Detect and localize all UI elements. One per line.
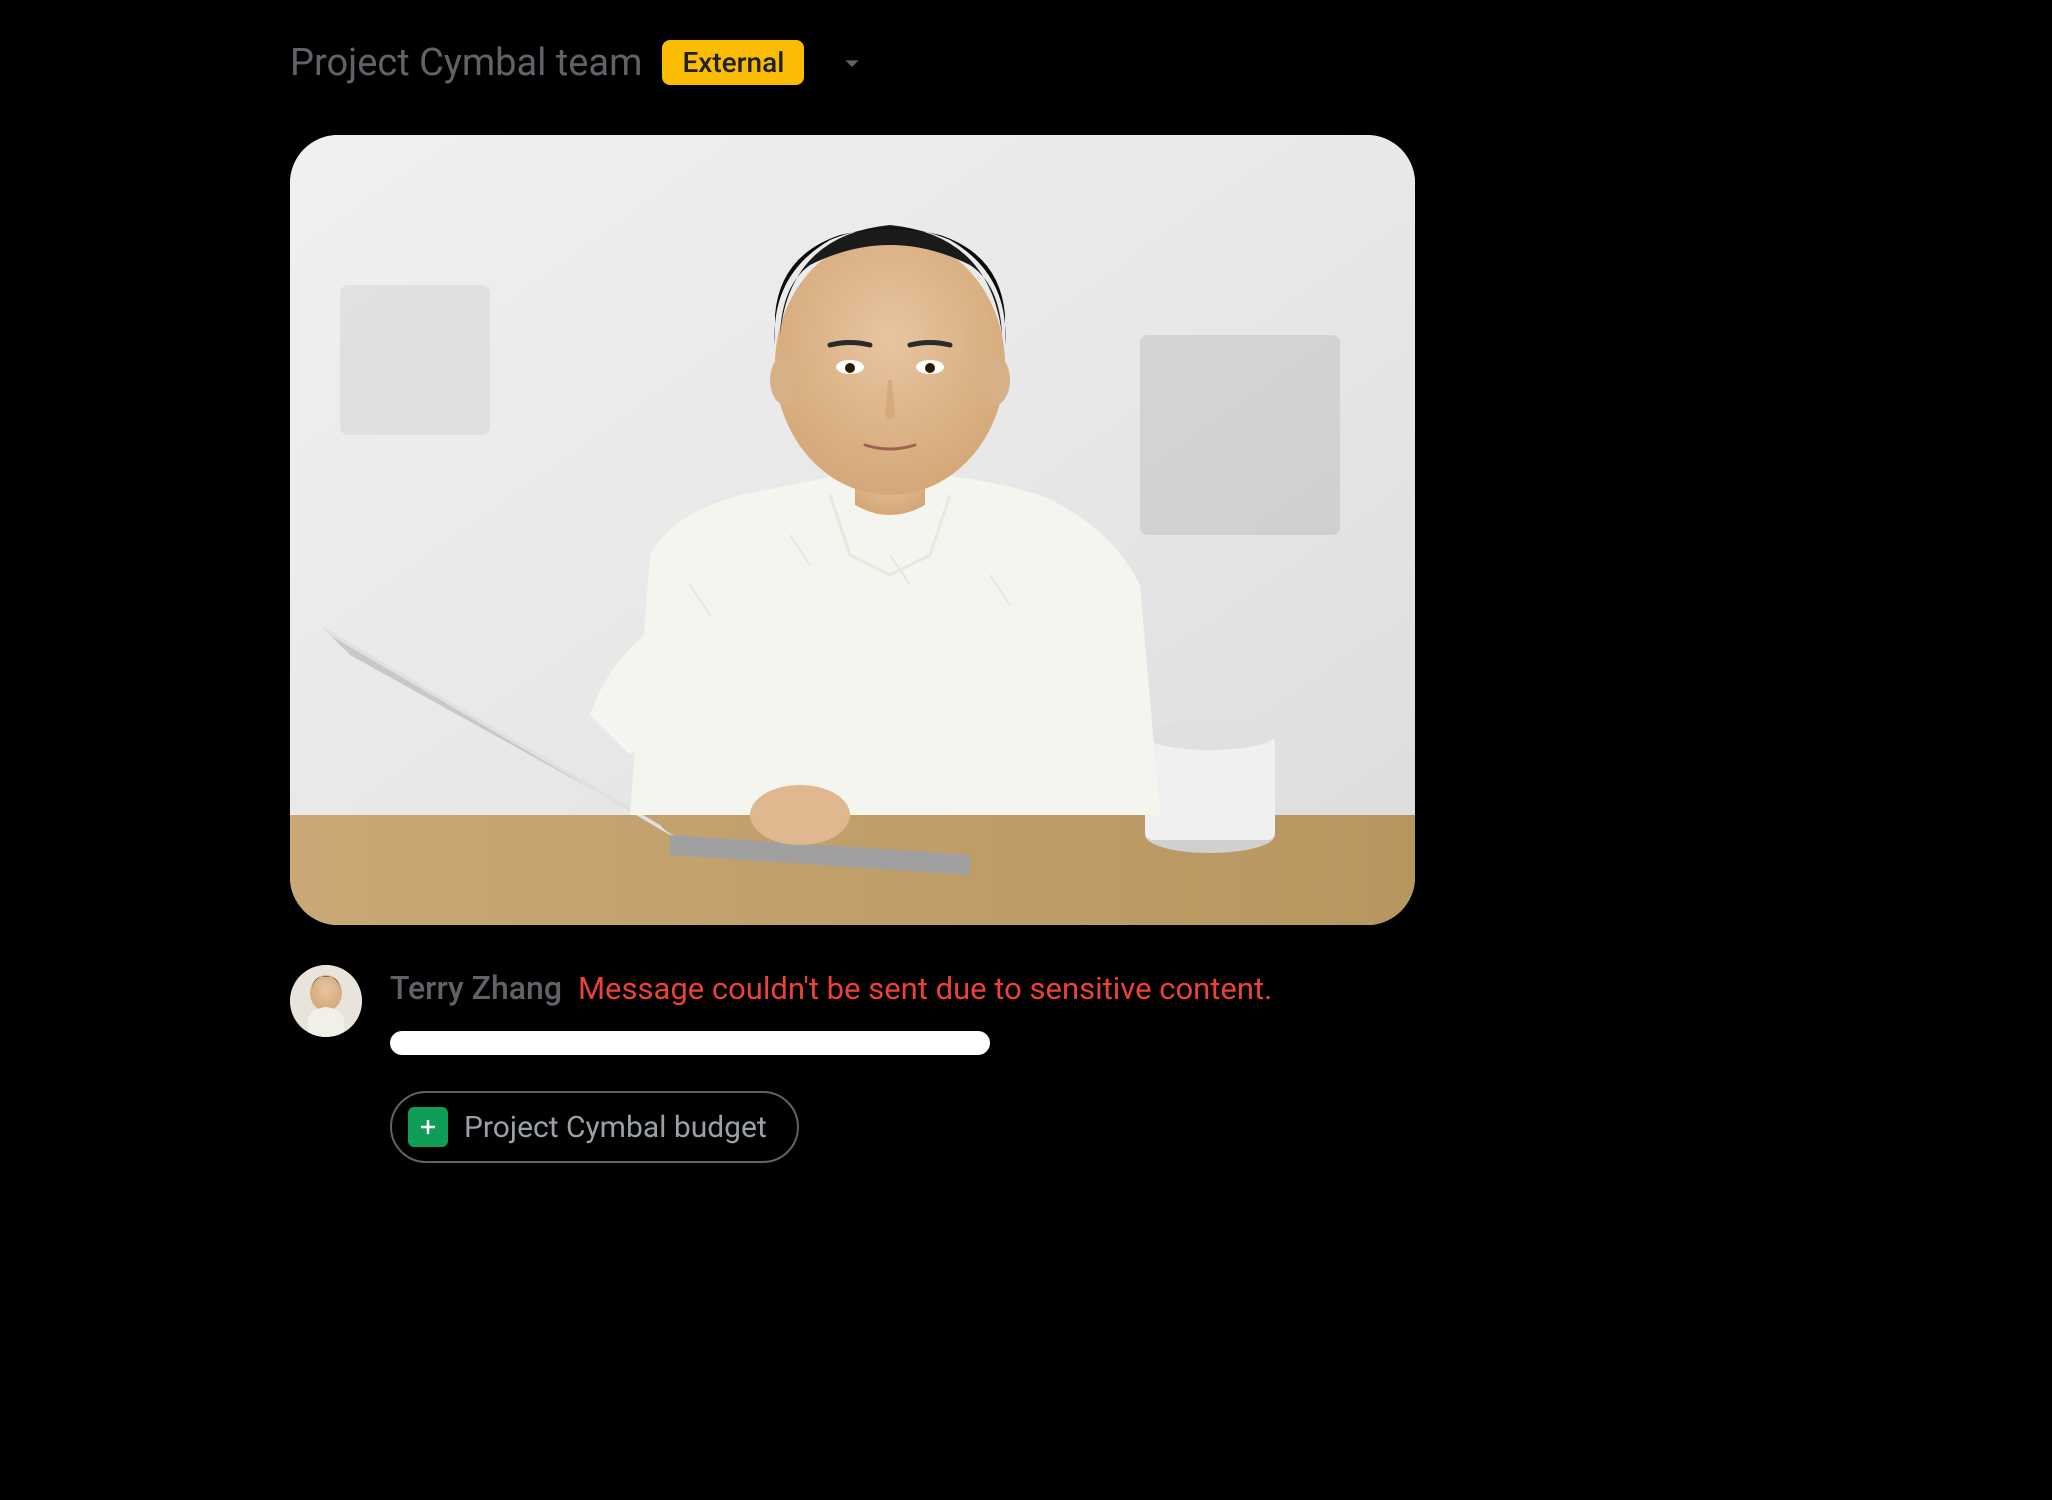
message-text-placeholder: [390, 1031, 990, 1055]
chat-title: Project Cymbal team: [290, 41, 642, 85]
sender-avatar[interactable]: [290, 965, 362, 1037]
sheets-icon: [408, 1107, 448, 1147]
message-header: Terry Zhang Message couldn't be sent due…: [390, 969, 1490, 1007]
chat-header: Project Cymbal team External: [290, 40, 1490, 85]
chevron-down-icon[interactable]: [836, 47, 868, 79]
external-badge: External: [662, 40, 804, 85]
message-row: Terry Zhang Message couldn't be sent due…: [290, 965, 1490, 1163]
attachment-name: Project Cymbal budget: [464, 1110, 767, 1145]
attachment-chip[interactable]: Project Cymbal budget: [390, 1091, 799, 1163]
sender-name: Terry Zhang: [390, 969, 562, 1007]
hero-photo: [290, 135, 1415, 925]
error-message: Message couldn't be sent due to sensitiv…: [578, 970, 1272, 1007]
